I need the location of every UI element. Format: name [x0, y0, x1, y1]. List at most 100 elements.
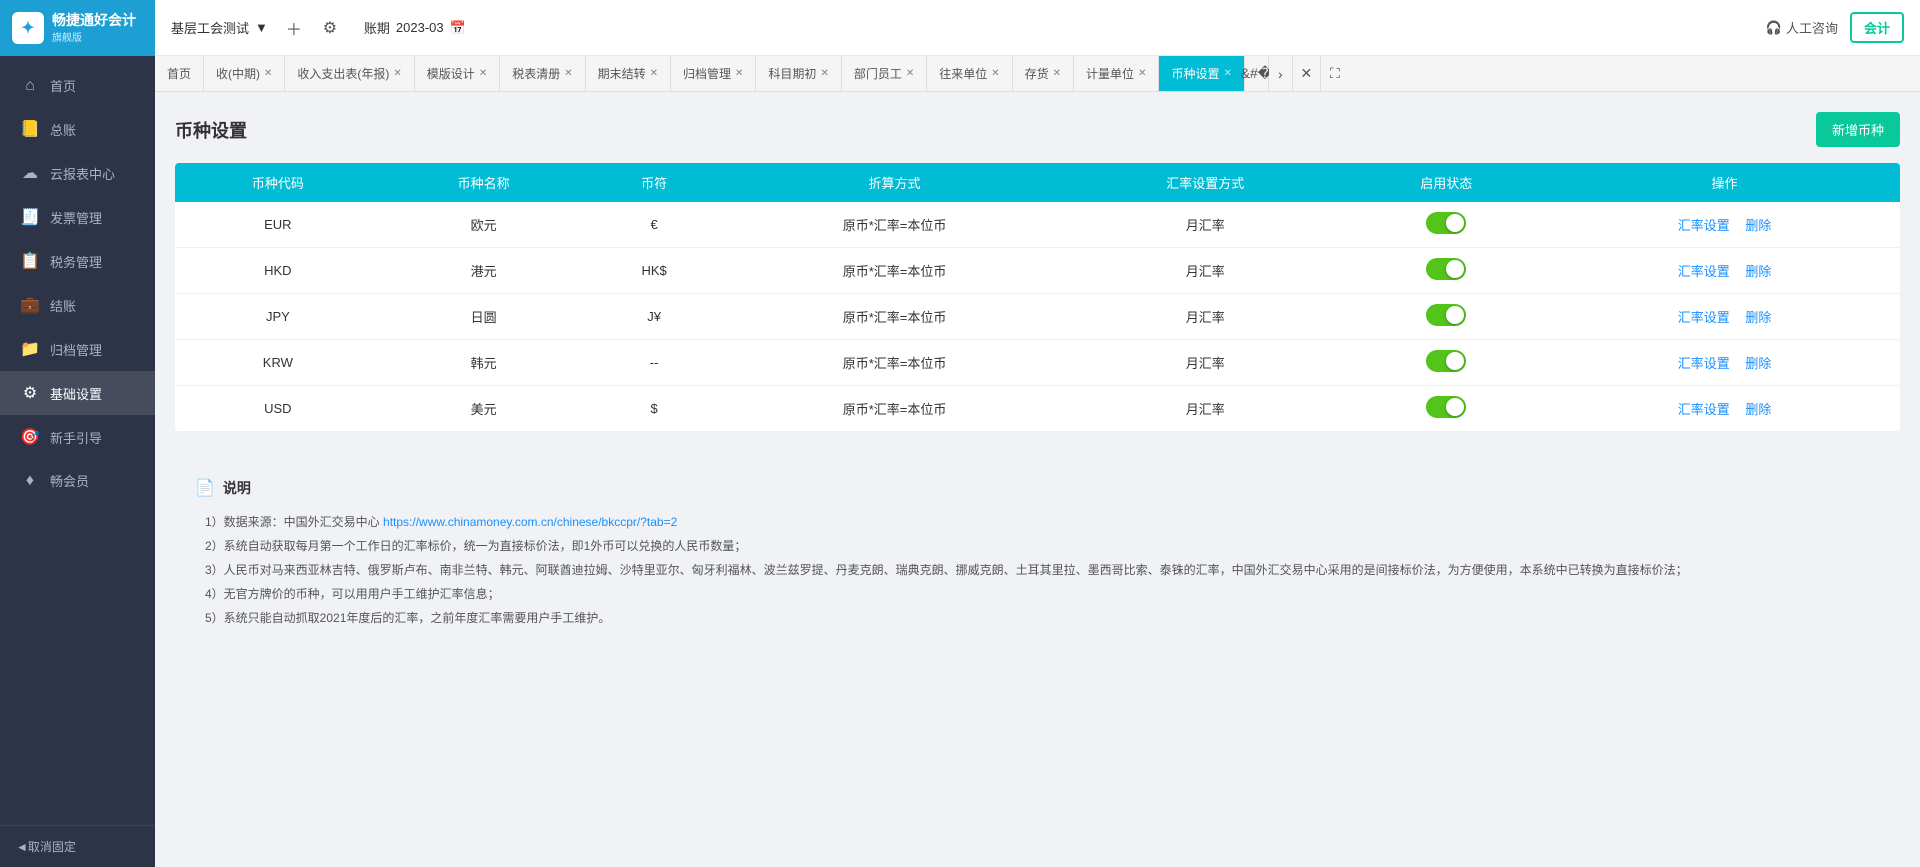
rate-setting-link[interactable]: 汇率设置 — [1678, 310, 1730, 325]
col-actions: 操作 — [1549, 163, 1900, 202]
service-button[interactable]: 🎧 人工咨询 — [1766, 18, 1838, 37]
tab-annual-report[interactable]: 收入支出表(年报) ✕ — [285, 56, 414, 91]
tab-inventory[interactable]: 存货 ✕ — [1013, 56, 1074, 91]
sidebar-item-label: 归档管理 — [50, 340, 102, 359]
tab-unit[interactable]: 计量单位 ✕ — [1074, 56, 1159, 91]
company-selector[interactable]: 基层工会测试 ▼ — [171, 18, 268, 37]
tab-prev-button[interactable]: &#� — [1245, 56, 1269, 91]
tab-period-end[interactable]: 期末结转 ✕ — [586, 56, 671, 91]
tab-template[interactable]: 模版设计 ✕ — [415, 56, 500, 91]
cell-name: 港元 — [381, 248, 587, 294]
cell-method: 原币*汇率=本位币 — [722, 386, 1067, 432]
cell-status — [1343, 386, 1549, 432]
tab-archive-mgmt[interactable]: 归档管理 ✕ — [671, 56, 756, 91]
sidebar-item-guide[interactable]: 🎯 新手引导 — [0, 415, 155, 459]
settings-button[interactable]: ⚙ — [316, 14, 344, 42]
tab-department[interactable]: 部门员工 ✕ — [842, 56, 927, 91]
period-display: 账期 2023-03 📅 — [364, 18, 466, 37]
tab-midterm[interactable]: 收(中期) ✕ — [204, 56, 285, 91]
cell-rate-type: 月汇率 — [1067, 202, 1343, 248]
delete-link[interactable]: 删除 — [1745, 402, 1771, 417]
sidebar-item-reports[interactable]: ☁ 云报表中心 — [0, 151, 155, 195]
note-link[interactable]: https://www.chinamoney.com.cn/chinese/bk… — [383, 515, 677, 529]
close-icon[interactable]: ✕ — [906, 68, 914, 79]
cell-symbol: $ — [586, 386, 721, 432]
tab-close-all-button[interactable]: ✕ — [1293, 56, 1321, 91]
close-icon[interactable]: ✕ — [479, 68, 487, 79]
sidebar-item-settings[interactable]: ⚙ 基础设置 — [0, 371, 155, 415]
tab-next-button[interactable]: › — [1269, 56, 1293, 91]
note-icon: 📄 — [195, 478, 215, 498]
cell-actions: 汇率设置 删除 — [1549, 248, 1900, 294]
service-label: 人工咨询 — [1786, 18, 1838, 37]
new-currency-button[interactable]: 新增币种 — [1816, 112, 1900, 147]
table-row: HKD 港元 HK$ 原币*汇率=本位币 月汇率 汇率设置 删除 — [175, 248, 1900, 294]
cell-code: HKD — [175, 248, 381, 294]
delete-link[interactable]: 删除 — [1745, 356, 1771, 371]
tab-home[interactable]: 首页 — [155, 56, 204, 91]
sidebar-item-invoice[interactable]: 🧾 发票管理 — [0, 195, 155, 239]
delete-link[interactable]: 删除 — [1745, 264, 1771, 279]
add-tab-button[interactable]: ＋ — [280, 14, 308, 42]
cell-code: JPY — [175, 294, 381, 340]
note-item: 3）人民币对马来西亚林吉特、俄罗斯卢布、南非兰特、韩元、阿联酋迪拉姆、沙特里亚尔… — [205, 558, 1880, 582]
delete-link[interactable]: 删除 — [1745, 218, 1771, 233]
member-icon: ♦ — [20, 472, 40, 490]
cell-status — [1343, 294, 1549, 340]
rate-setting-link[interactable]: 汇率设置 — [1678, 402, 1730, 417]
tab-expand-button[interactable]: ⛶ — [1321, 56, 1349, 91]
ledger-icon: 📒 — [20, 119, 40, 139]
sidebar-item-checkout[interactable]: 💼 结账 — [0, 283, 155, 327]
status-toggle[interactable] — [1426, 212, 1466, 234]
sidebar-item-archive[interactable]: 📁 归档管理 — [0, 327, 155, 371]
close-icon[interactable]: ✕ — [1138, 68, 1146, 79]
col-code: 币种代码 — [175, 163, 381, 202]
pin-toggle-label: ◄取消固定 — [16, 838, 76, 855]
close-icon[interactable]: ✕ — [820, 68, 828, 79]
table-header-row: 币种代码 币种名称 币符 折算方式 汇率设置方式 启用状态 操作 — [175, 163, 1900, 202]
col-method: 折算方式 — [722, 163, 1067, 202]
tab-contacts[interactable]: 往来单位 ✕ — [927, 56, 1012, 91]
rate-setting-link[interactable]: 汇率设置 — [1678, 264, 1730, 279]
cell-method: 原币*汇率=本位币 — [722, 202, 1067, 248]
status-toggle[interactable] — [1426, 304, 1466, 326]
close-icon[interactable]: ✕ — [264, 68, 272, 79]
close-icon[interactable]: ✕ — [393, 68, 401, 79]
rate-setting-link[interactable]: 汇率设置 — [1678, 218, 1730, 233]
cell-actions: 汇率设置 删除 — [1549, 340, 1900, 386]
close-icon[interactable]: ✕ — [1053, 68, 1061, 79]
content-area: 币种设置 新增币种 币种代码 币种名称 币符 折算方式 汇率设置方式 启用状态 … — [155, 92, 1920, 867]
chevron-down-icon: ▼ — [255, 20, 268, 35]
topbar-actions: ＋ ⚙ — [280, 14, 344, 42]
sidebar-item-label: 云报表中心 — [50, 164, 115, 183]
cell-actions: 汇率设置 删除 — [1549, 202, 1900, 248]
status-toggle[interactable] — [1426, 258, 1466, 280]
close-icon[interactable]: ✕ — [735, 68, 743, 79]
close-icon[interactable]: ✕ — [650, 68, 658, 79]
status-toggle[interactable] — [1426, 350, 1466, 372]
kuaiji-button[interactable]: 会计 — [1850, 12, 1904, 43]
table-row: JPY 日圆 J¥ 原币*汇率=本位币 月汇率 汇率设置 删除 — [175, 294, 1900, 340]
logo-sub: 旗舰版 — [52, 29, 136, 44]
sidebar-item-member[interactable]: ♦ 畅会员 — [0, 459, 155, 502]
delete-link[interactable]: 删除 — [1745, 310, 1771, 325]
close-icon[interactable]: ✕ — [564, 68, 572, 79]
sidebar-logo: ✦ 畅捷通好会计 旗舰版 — [0, 0, 155, 56]
sidebar-item-tax[interactable]: 📋 税务管理 — [0, 239, 155, 283]
sidebar-pin-toggle[interactable]: ◄取消固定 — [0, 825, 155, 867]
sidebar-item-ledger[interactable]: 📒 总账 — [0, 107, 155, 151]
home-icon: ⌂ — [20, 77, 40, 95]
table-row: KRW 韩元 -- 原币*汇率=本位币 月汇率 汇率设置 删除 — [175, 340, 1900, 386]
cell-method: 原币*汇率=本位币 — [722, 340, 1067, 386]
cell-code: USD — [175, 386, 381, 432]
sidebar-item-home[interactable]: ⌂ 首页 — [0, 64, 155, 107]
sidebar-item-label: 发票管理 — [50, 208, 102, 227]
close-icon[interactable]: ✕ — [991, 68, 999, 79]
tab-currency[interactable]: 币种设置 ✕ — [1159, 56, 1244, 91]
note-item: 1）数据来源：中国外汇交易中心 https://www.chinamoney.c… — [205, 510, 1880, 534]
rate-setting-link[interactable]: 汇率设置 — [1678, 356, 1730, 371]
close-icon[interactable]: ✕ — [1223, 68, 1231, 79]
tab-subjects[interactable]: 科目期初 ✕ — [756, 56, 841, 91]
tab-tax-list[interactable]: 税表清册 ✕ — [500, 56, 585, 91]
status-toggle[interactable] — [1426, 396, 1466, 418]
